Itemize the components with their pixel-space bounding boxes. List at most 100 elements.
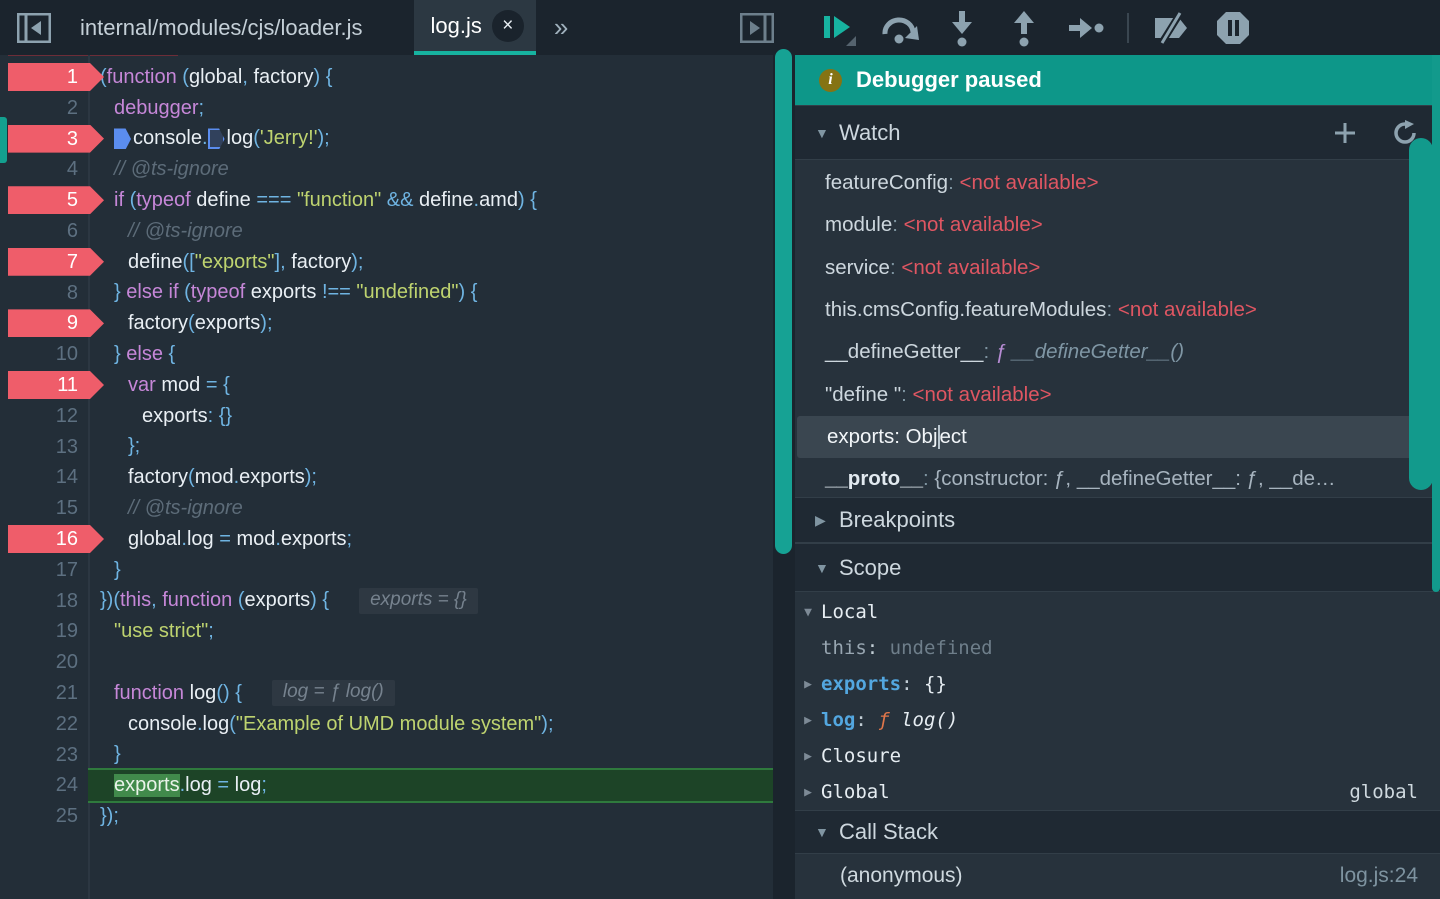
watch-expression-row[interactable]: this.cmsConfig.featureModules: <not avai… xyxy=(795,289,1440,331)
code-line[interactable]: 13}; xyxy=(0,432,773,463)
call-stack-frame[interactable]: (anonymous)log.js:24 xyxy=(795,854,1440,898)
line-number[interactable]: 10 xyxy=(56,339,78,370)
line-number[interactable]: 23 xyxy=(56,740,78,771)
frame-location[interactable]: log.js:24 xyxy=(1340,864,1418,888)
code-line[interactable]: 8} else if (typeof exports !== "undefine… xyxy=(0,278,773,309)
line-gutter[interactable]: 4 xyxy=(0,154,88,185)
watch-scrollbar[interactable] xyxy=(1409,138,1433,490)
line-number[interactable]: 4 xyxy=(67,154,78,185)
line-gutter[interactable]: 11 xyxy=(0,370,88,401)
code-line[interactable]: 20 xyxy=(0,647,773,678)
code-line[interactable]: 7define(["exports"], factory); xyxy=(0,247,773,278)
breakpoint-marker[interactable]: 9 xyxy=(8,309,104,337)
deactivate-breakpoints-icon[interactable] xyxy=(1150,7,1191,48)
call-stack-section-header[interactable]: ▼ Call Stack xyxy=(795,810,1440,854)
line-gutter[interactable]: 1 xyxy=(0,62,88,93)
scope-variable-row[interactable]: ▶exports: {} xyxy=(795,666,1440,702)
line-number[interactable]: 6 xyxy=(67,216,78,247)
code-line[interactable]: 3console.log('Jerry!'); xyxy=(0,124,773,155)
line-number[interactable]: 8 xyxy=(67,278,78,309)
step-into-icon[interactable] xyxy=(941,7,982,48)
step-icon[interactable] xyxy=(1065,7,1106,48)
code-line[interactable]: 9factory(exports); xyxy=(0,308,773,339)
more-tabs-icon[interactable]: » xyxy=(554,12,568,43)
line-number[interactable]: 19 xyxy=(56,616,78,647)
line-gutter[interactable]: 21 xyxy=(0,678,88,709)
line-gutter[interactable]: 12 xyxy=(0,401,88,432)
inline-breakpoint-icon[interactable] xyxy=(208,128,225,149)
scope-section-closure[interactable]: ▶Closure xyxy=(795,738,1440,774)
code-line[interactable]: 12exports: {} xyxy=(0,401,773,432)
line-gutter[interactable]: 7 xyxy=(0,247,88,278)
watch-expression-row[interactable]: exports: Object xyxy=(797,416,1438,458)
code-line[interactable]: 14factory(mod.exports); xyxy=(0,462,773,493)
add-watch-icon[interactable] xyxy=(1330,118,1360,148)
line-number[interactable]: 21 xyxy=(56,678,78,709)
breakpoint-marker[interactable]: 16 xyxy=(8,525,104,553)
line-gutter[interactable]: 13 xyxy=(0,432,88,463)
breakpoint-marker[interactable]: 1 xyxy=(8,63,104,91)
line-number[interactable]: 17 xyxy=(56,555,78,586)
line-gutter[interactable]: 2 xyxy=(0,93,88,124)
watch-expression-row[interactable]: "define ": <not available> xyxy=(795,373,1440,415)
code-line[interactable]: 25}); xyxy=(0,801,773,832)
resume-script-icon[interactable] xyxy=(817,7,858,48)
scope-section-header[interactable]: ▼ Scope xyxy=(795,543,1440,592)
code-line[interactable]: 10} else { xyxy=(0,339,773,370)
breakpoint-marker[interactable]: 5 xyxy=(8,186,104,214)
line-number[interactable]: 20 xyxy=(56,647,78,678)
watch-expression-row[interactable]: __proto__: {constructor: ƒ, __defineGett… xyxy=(795,458,1440,497)
watch-section-header[interactable]: ▼ Watch xyxy=(795,105,1440,160)
code-line[interactable]: 18})(this, function (exports) {exports =… xyxy=(0,586,773,617)
line-number[interactable]: 22 xyxy=(56,709,78,740)
line-number[interactable]: 13 xyxy=(56,432,78,463)
scope-section-local[interactable]: ▼Local xyxy=(795,594,1440,630)
line-gutter[interactable]: 25 xyxy=(0,801,88,832)
breakpoint-marker[interactable]: 7 xyxy=(8,248,104,276)
show-panel-icon[interactable] xyxy=(737,10,777,46)
code-line[interactable]: 11var mod = { xyxy=(0,370,773,401)
code-line[interactable]: 16global.log = mod.exports; xyxy=(0,524,773,555)
code-line[interactable]: 4// @ts-ignore xyxy=(0,154,773,185)
code-editor[interactable]: 1(function (global, factory) {2debugger;… xyxy=(0,55,773,899)
line-gutter[interactable]: 6 xyxy=(0,216,88,247)
line-number[interactable]: 12 xyxy=(56,401,78,432)
code-line[interactable]: 22console.log("Example of UMD module sys… xyxy=(0,709,773,740)
scope-variable-row[interactable]: this: undefined xyxy=(795,630,1440,666)
code-line[interactable]: 21function log() {log = ƒ log() xyxy=(0,678,773,709)
line-number[interactable]: 2 xyxy=(67,93,78,124)
line-gutter[interactable]: 8 xyxy=(0,278,88,309)
watch-expression-row[interactable]: __defineGetter__: ƒ __defineGetter__() xyxy=(795,331,1440,373)
watch-expression-row[interactable]: featureConfig: <not available> xyxy=(795,162,1440,204)
step-over-icon[interactable] xyxy=(879,7,920,48)
inline-breakpoint-icon[interactable] xyxy=(114,128,131,149)
line-gutter[interactable]: 23 xyxy=(0,740,88,771)
scope-variable-row[interactable]: ▶log: ƒ log() xyxy=(795,702,1440,738)
code-line[interactable]: 17} xyxy=(0,555,773,586)
breakpoint-marker[interactable]: 3 xyxy=(8,125,104,153)
code-line[interactable]: 19"use strict"; xyxy=(0,616,773,647)
pane-divider-handle[interactable] xyxy=(775,49,792,554)
tab-log-js[interactable]: log.js × xyxy=(414,0,535,55)
line-gutter[interactable]: 3 xyxy=(0,124,88,155)
code-line[interactable]: 2debugger; xyxy=(0,93,773,124)
line-gutter[interactable]: 16 xyxy=(0,524,88,555)
breakpoint-marker[interactable]: 11 xyxy=(8,371,104,399)
line-gutter[interactable]: 18 xyxy=(0,586,88,617)
line-gutter[interactable]: 10 xyxy=(0,339,88,370)
line-number[interactable]: 24 xyxy=(56,770,78,801)
step-out-icon[interactable] xyxy=(1003,7,1044,48)
scope-section-global[interactable]: ▶Globalglobal xyxy=(795,774,1440,810)
line-number[interactable]: 15 xyxy=(56,493,78,524)
sidebar-scrollbar[interactable] xyxy=(1432,55,1440,592)
breakpoints-section-header[interactable]: ▶ Breakpoints xyxy=(795,497,1440,543)
tab-loader-js[interactable]: internal/modules/cjs/loader.js xyxy=(80,15,362,41)
code-line[interactable]: 1(function (global, factory) { xyxy=(0,62,773,93)
line-gutter[interactable]: 19 xyxy=(0,616,88,647)
hide-navigator-icon[interactable] xyxy=(14,10,54,46)
line-gutter[interactable]: 9 xyxy=(0,308,88,339)
line-gutter[interactable]: 22 xyxy=(0,709,88,740)
line-gutter[interactable]: 5 xyxy=(0,185,88,216)
code-line[interactable]: 24exports.log = log; xyxy=(0,770,773,801)
line-gutter[interactable]: 17 xyxy=(0,555,88,586)
